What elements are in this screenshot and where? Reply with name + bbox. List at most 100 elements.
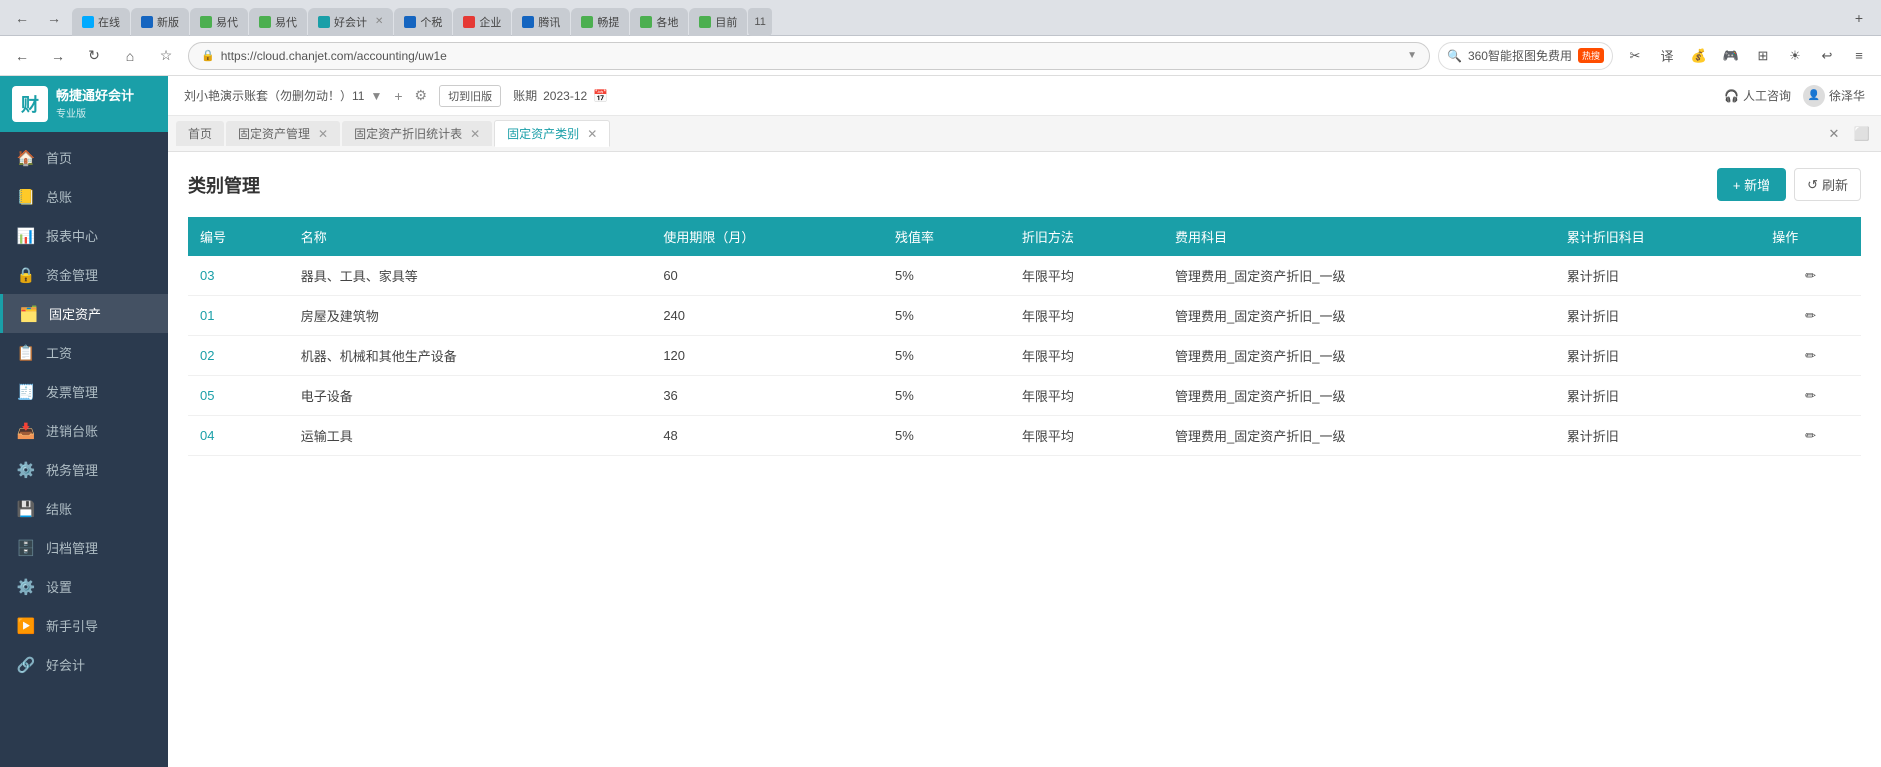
- col-header: 使用期限（月）: [651, 217, 883, 256]
- browser-back-btn[interactable]: ←: [8, 4, 36, 32]
- game-icon[interactable]: 🎮: [1717, 42, 1745, 70]
- table-cell: 房屋及建筑物: [289, 296, 652, 336]
- maximize-panel-btn[interactable]: ⬜: [1851, 123, 1873, 145]
- search-bar[interactable]: 🔍 360智能抠图免费用 热搜: [1438, 42, 1613, 70]
- sidebar-item-fixed-assets[interactable]: 🗂️固定资产: [0, 294, 168, 333]
- sidebar-item-payroll[interactable]: 📋工资: [0, 333, 168, 372]
- action-buttons: + 新增 ↺ 刷新: [1717, 168, 1861, 201]
- home-btn[interactable]: ⌂: [116, 42, 144, 70]
- close-panel-btn[interactable]: ✕: [1823, 123, 1845, 145]
- edit-cell[interactable]: ✏: [1760, 336, 1861, 376]
- sidebar-item-ledger[interactable]: 📒总账: [0, 177, 168, 216]
- content-tab-close-fa-depr-tab[interactable]: ✕: [470, 127, 480, 141]
- edit-cell[interactable]: ✏: [1760, 296, 1861, 336]
- address-bar[interactable]: 🔒 https://cloud.chanjet.com/accounting/u…: [188, 42, 1430, 70]
- user-info[interactable]: 👤 徐泽华: [1803, 85, 1865, 107]
- browser-toolbar: ← → ↻ ⌂ ☆ 🔒 https://cloud.chanjet.com/ac…: [0, 36, 1881, 76]
- table-cell: 累计折旧: [1555, 336, 1760, 376]
- browser-tab-t4[interactable]: 易代: [249, 8, 307, 36]
- wallet-icon[interactable]: 💰: [1685, 42, 1713, 70]
- tab-count-badge[interactable]: 11: [748, 8, 771, 36]
- table-cell: 36: [651, 376, 883, 416]
- browser-tab-t11[interactable]: 目前: [689, 8, 747, 36]
- sidebar-item-closing[interactable]: 💾结账: [0, 489, 168, 528]
- table-cell[interactable]: 02: [188, 336, 289, 376]
- sidebar-item-label-funds: 资金管理: [46, 265, 98, 284]
- sidebar-item-invoices[interactable]: 🧾发票管理: [0, 372, 168, 411]
- menu-icon[interactable]: ≡: [1845, 42, 1873, 70]
- browser-tab-t5[interactable]: 好会计✕: [308, 8, 393, 36]
- dropdown-icon[interactable]: ▼: [370, 89, 382, 103]
- add-btn[interactable]: + 新增: [1717, 168, 1786, 201]
- sidebar-item-guide[interactable]: ▶️新手引导: [0, 606, 168, 645]
- table-cell: 累计折旧: [1555, 416, 1760, 456]
- sidebar-item-home[interactable]: 🏠首页: [0, 138, 168, 177]
- sidebar-item-archive[interactable]: 🗄️归档管理: [0, 528, 168, 567]
- undo-icon[interactable]: ↩: [1813, 42, 1841, 70]
- tab-close-t5[interactable]: ✕: [375, 16, 383, 27]
- browser-tab-t10[interactable]: 各地: [630, 8, 688, 36]
- header-right: 🎧 人工咨询 👤 徐泽华: [1724, 85, 1865, 107]
- closing-icon: 💾: [16, 500, 36, 518]
- browser-tab-t1[interactable]: 在线: [72, 8, 130, 36]
- invoices-icon: 🧾: [16, 383, 36, 401]
- browser-tab-t3[interactable]: 易代: [190, 8, 248, 36]
- browser-forward-btn[interactable]: →: [40, 4, 68, 32]
- table-cell[interactable]: 05: [188, 376, 289, 416]
- period-label: 账期: [513, 87, 537, 104]
- sun-icon[interactable]: ☀: [1781, 42, 1809, 70]
- page-title: 类别管理: [188, 172, 260, 198]
- sidebar-item-inventory[interactable]: 📥进销台账: [0, 411, 168, 450]
- back-btn[interactable]: ←: [8, 42, 36, 70]
- grid-icon[interactable]: ⊞: [1749, 42, 1777, 70]
- forward-btn[interactable]: →: [44, 42, 72, 70]
- toolbar-icons: ✂ 译 💰 🎮 ⊞ ☀ ↩ ≡: [1621, 42, 1873, 70]
- content-tabs: 首页固定资产管理 ✕固定资产折旧统计表 ✕固定资产类别 ✕ ✕ ⬜: [168, 116, 1881, 152]
- switch-version-btn[interactable]: 切到旧版: [439, 85, 501, 107]
- sidebar-item-funds[interactable]: 🔒资金管理: [0, 255, 168, 294]
- content-tab-home-tab[interactable]: 首页: [176, 121, 224, 146]
- edit-cell[interactable]: ✏: [1760, 376, 1861, 416]
- settings-icon[interactable]: ⚙: [415, 87, 428, 104]
- sidebar-item-reports[interactable]: 📊报表中心: [0, 216, 168, 255]
- col-header: 残值率: [883, 217, 1010, 256]
- sidebar-item-settings[interactable]: ⚙️设置: [0, 567, 168, 606]
- content-tab-fa-cat-tab[interactable]: 固定资产类别 ✕: [494, 120, 610, 147]
- col-header: 累计折旧科目: [1555, 217, 1760, 256]
- payroll-icon: 📋: [16, 344, 36, 362]
- content-tab-fa-mgmt-tab[interactable]: 固定资产管理 ✕: [226, 121, 340, 146]
- table-cell: 5%: [883, 376, 1010, 416]
- browser-tab-t8[interactable]: 腾讯: [512, 8, 570, 36]
- scissors-icon[interactable]: ✂: [1621, 42, 1649, 70]
- table-cell[interactable]: 01: [188, 296, 289, 336]
- refresh-btn[interactable]: ↺ 刷新: [1794, 168, 1861, 201]
- reload-btn[interactable]: ↻: [80, 42, 108, 70]
- browser-tab-t6[interactable]: 个税: [394, 8, 452, 36]
- browser-tab-t9[interactable]: 畅提: [571, 8, 629, 36]
- table-cell: 年限平均: [1010, 416, 1163, 456]
- edit-cell[interactable]: ✏: [1760, 416, 1861, 456]
- sidebar-item-more[interactable]: 🔗好会计: [0, 645, 168, 684]
- url-text: https://cloud.chanjet.com/accounting/uw1…: [221, 49, 1401, 63]
- table-row: 03器具、工具、家具等605%年限平均管理费用_固定资产折旧_一级累计折旧✏: [188, 256, 1861, 296]
- translate-icon[interactable]: 译: [1653, 42, 1681, 70]
- sidebar-item-tax[interactable]: ⚙️税务管理: [0, 450, 168, 489]
- table-cell[interactable]: 04: [188, 416, 289, 456]
- new-tab-btn[interactable]: +: [1845, 4, 1873, 32]
- calendar-icon[interactable]: 📅: [593, 89, 608, 103]
- bookmark-btn[interactable]: ☆: [152, 42, 180, 70]
- service-btn[interactable]: 🎧 人工咨询: [1724, 87, 1791, 104]
- edit-cell[interactable]: ✏: [1760, 256, 1861, 296]
- more-icon: 🔗: [16, 656, 36, 674]
- content-tab-close-fa-mgmt-tab[interactable]: ✕: [318, 127, 328, 141]
- content-tab-fa-depr-tab[interactable]: 固定资产折旧统计表 ✕: [342, 121, 492, 146]
- table-cell[interactable]: 03: [188, 256, 289, 296]
- user-display-name: 徐泽华: [1829, 87, 1865, 104]
- table-row: 05电子设备365%年限平均管理费用_固定资产折旧_一级累计折旧✏: [188, 376, 1861, 416]
- add-account-btn[interactable]: +: [394, 88, 402, 104]
- content-tab-label-fa-cat-tab: 固定资产类别: [507, 125, 579, 142]
- table-cell: 48: [651, 416, 883, 456]
- browser-tab-t7[interactable]: 企业: [453, 8, 511, 36]
- content-tab-close-fa-cat-tab[interactable]: ✕: [587, 127, 597, 141]
- browser-tab-t2[interactable]: 新版: [131, 8, 189, 36]
